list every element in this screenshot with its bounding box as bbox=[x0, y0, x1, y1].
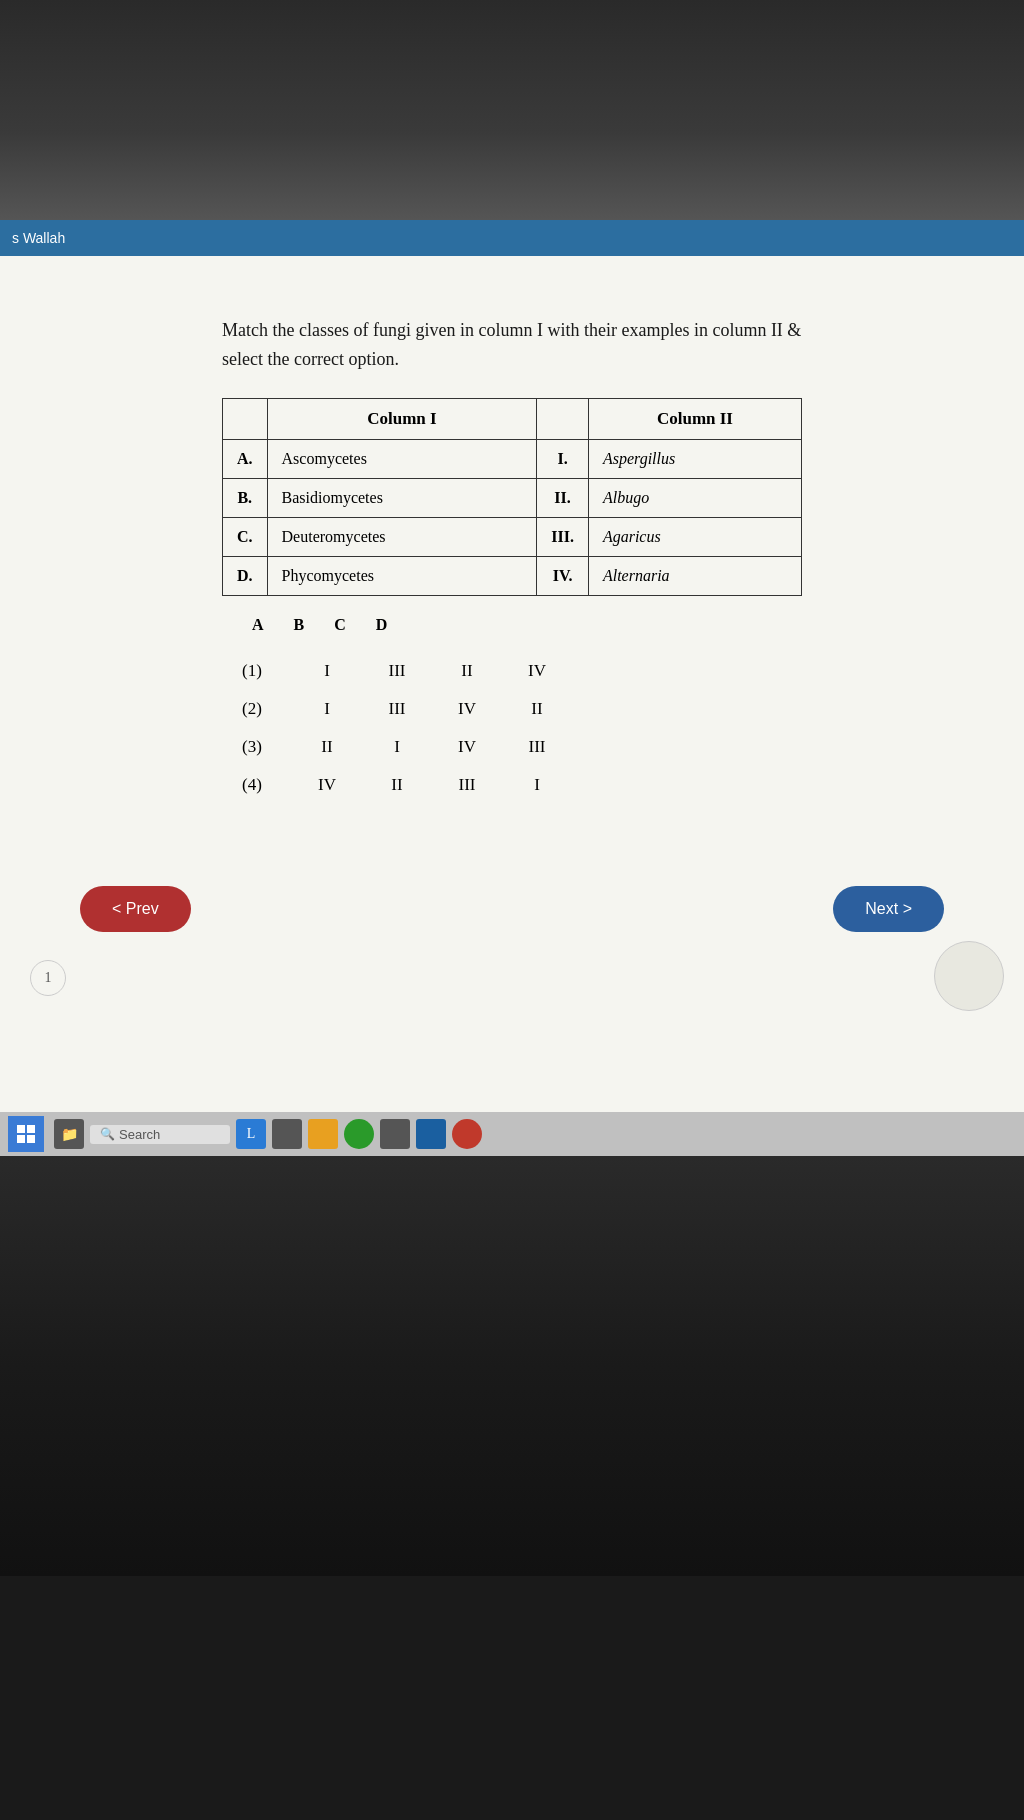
question-container: Match the classes of fungi given in colu… bbox=[202, 296, 822, 866]
svg-rect-1 bbox=[27, 1125, 35, 1133]
row-num: IV. bbox=[537, 556, 589, 595]
browser-bar: s Wallah bbox=[0, 220, 1024, 256]
abcd-row: A B C D bbox=[252, 616, 802, 634]
taskbar-app-icon4[interactable] bbox=[308, 1119, 338, 1149]
option-row-2[interactable]: (2) I III IV II bbox=[242, 692, 802, 726]
question-text: Match the classes of fungi given in colu… bbox=[222, 316, 802, 374]
table-header-col2: Column II bbox=[588, 398, 801, 439]
row-num: I. bbox=[537, 439, 589, 478]
content-area: Match the classes of fungi given in colu… bbox=[0, 256, 1024, 1156]
option-val-c: IV bbox=[447, 692, 487, 726]
option-val-d: I bbox=[517, 768, 557, 802]
right-decoration bbox=[934, 941, 1004, 1011]
option-number: (3) bbox=[242, 730, 277, 764]
row-col2: Agaricus bbox=[588, 517, 801, 556]
table-row: C. Deuteromycetes III. Agaricus bbox=[223, 517, 802, 556]
row-letter: C. bbox=[223, 517, 268, 556]
next-button[interactable]: Next > bbox=[833, 886, 944, 932]
col-b-label: B bbox=[294, 616, 305, 634]
taskbar-app-icon5[interactable] bbox=[344, 1119, 374, 1149]
top-dark-area bbox=[0, 0, 1024, 220]
taskbar-app-icon3[interactable] bbox=[272, 1119, 302, 1149]
option-val-c: III bbox=[447, 768, 487, 802]
option-row-4[interactable]: (4) IV II III I bbox=[242, 768, 802, 802]
option-val-d: II bbox=[517, 692, 557, 726]
row-col2: Aspergillus bbox=[588, 439, 801, 478]
option-val-a: I bbox=[307, 654, 347, 688]
table-header-blank2 bbox=[537, 398, 589, 439]
col-a-label: A bbox=[252, 616, 264, 634]
taskbar-search-box[interactable]: 🔍 Search bbox=[90, 1125, 230, 1144]
search-icon: 🔍 bbox=[100, 1127, 115, 1142]
option-val-a: I bbox=[307, 692, 347, 726]
row-col1: Phycomycetes bbox=[267, 556, 537, 595]
nav-buttons: < Prev Next > bbox=[0, 866, 1024, 952]
option-row-1[interactable]: (1) I III II IV bbox=[242, 654, 802, 688]
svg-rect-3 bbox=[27, 1135, 35, 1143]
taskbar-app-icon6[interactable] bbox=[380, 1119, 410, 1149]
option-val-c: IV bbox=[447, 730, 487, 764]
prev-label: < Prev bbox=[112, 900, 159, 918]
row-col2: Albugo bbox=[588, 478, 801, 517]
table-row: B. Basidiomycetes II. Albugo bbox=[223, 478, 802, 517]
taskbar-app-icon1[interactable]: 📁 bbox=[54, 1119, 84, 1149]
option-val-b: III bbox=[377, 654, 417, 688]
next-label: Next > bbox=[865, 900, 912, 918]
match-table: Column I Column II A. Ascomycetes I. Asp… bbox=[222, 398, 802, 596]
col-c-label: C bbox=[334, 616, 346, 634]
table-header-blank bbox=[223, 398, 268, 439]
option-number: (4) bbox=[242, 768, 277, 802]
prev-button[interactable]: < Prev bbox=[80, 886, 191, 932]
option-val-a: IV bbox=[307, 768, 347, 802]
page-number: 1 bbox=[30, 960, 66, 996]
row-num: II. bbox=[537, 478, 589, 517]
row-col1: Ascomycetes bbox=[267, 439, 537, 478]
row-col1: Basidiomycetes bbox=[267, 478, 537, 517]
options-container: (1) I III II IV (2) I III IV II (3) II I… bbox=[242, 654, 802, 802]
option-val-b: II bbox=[377, 768, 417, 802]
svg-rect-2 bbox=[17, 1135, 25, 1143]
option-val-b: I bbox=[377, 730, 417, 764]
option-val-b: III bbox=[377, 692, 417, 726]
taskbar: 📁 🔍 Search L bbox=[0, 1112, 1024, 1156]
taskbar-app-icon2[interactable]: L bbox=[236, 1119, 266, 1149]
option-val-a: II bbox=[307, 730, 347, 764]
option-val-d: IV bbox=[517, 654, 557, 688]
option-row-3[interactable]: (3) II I IV III bbox=[242, 730, 802, 764]
option-val-d: III bbox=[517, 730, 557, 764]
windows-icon[interactable] bbox=[8, 1116, 44, 1152]
taskbar-app-icon8[interactable] bbox=[452, 1119, 482, 1149]
option-val-c: II bbox=[447, 654, 487, 688]
search-label: Search bbox=[119, 1127, 160, 1142]
row-letter: A. bbox=[223, 439, 268, 478]
table-header-col1: Column I bbox=[267, 398, 537, 439]
row-col2: Alternaria bbox=[588, 556, 801, 595]
svg-rect-0 bbox=[17, 1125, 25, 1133]
table-row: D. Phycomycetes IV. Alternaria bbox=[223, 556, 802, 595]
taskbar-app-icon7[interactable] bbox=[416, 1119, 446, 1149]
option-number: (1) bbox=[242, 654, 277, 688]
table-row: A. Ascomycetes I. Aspergillus bbox=[223, 439, 802, 478]
col-d-label: D bbox=[376, 616, 388, 634]
browser-title: s Wallah bbox=[12, 230, 65, 246]
row-letter: B. bbox=[223, 478, 268, 517]
row-col1: Deuteromycetes bbox=[267, 517, 537, 556]
row-letter: D. bbox=[223, 556, 268, 595]
row-num: III. bbox=[537, 517, 589, 556]
bottom-dark-area bbox=[0, 1156, 1024, 1576]
option-number: (2) bbox=[242, 692, 277, 726]
